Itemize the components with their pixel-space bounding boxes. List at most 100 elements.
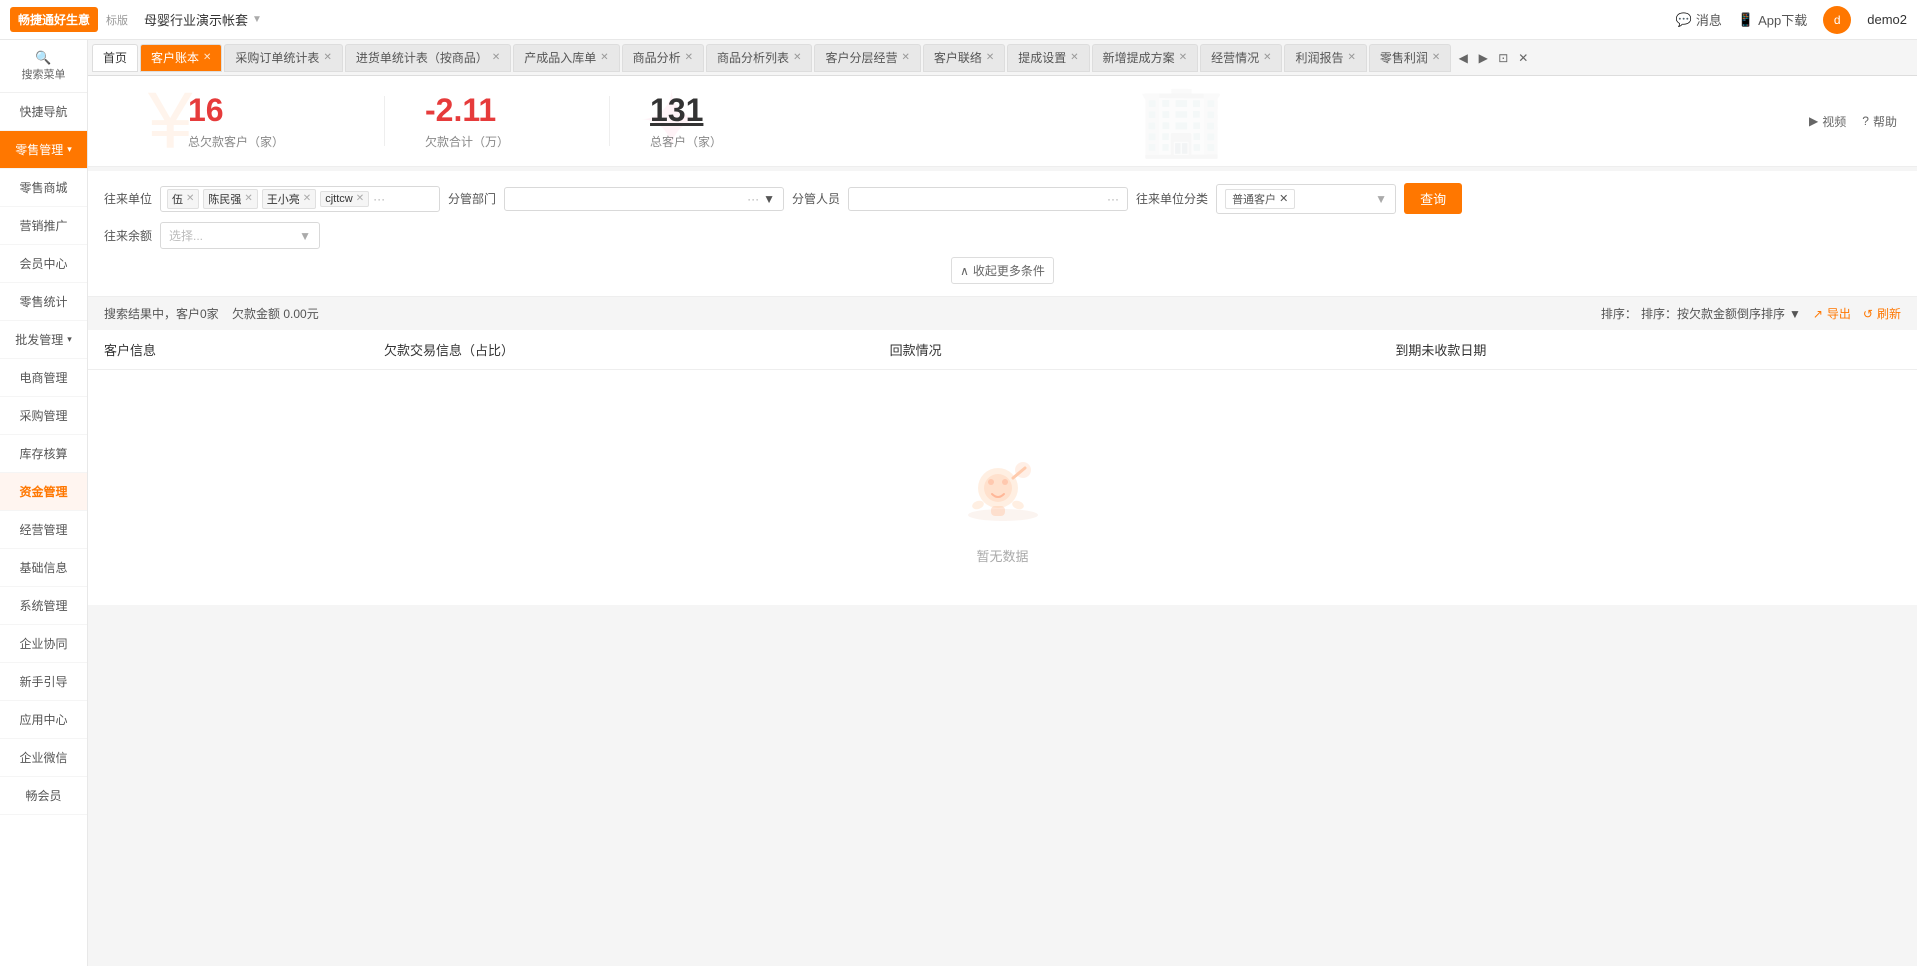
- tab-customer-segment-close-icon[interactable]: ✕: [901, 52, 909, 63]
- sidebar-quick-nav[interactable]: 快捷导航: [0, 93, 87, 131]
- balance-select-placeholder: 选择...: [169, 227, 203, 244]
- sidebar-item-retail-mall[interactable]: 零售商城: [0, 169, 87, 207]
- sort-value: 排序：按欠款金额倒序排序: [1641, 305, 1785, 322]
- tab-customer-contact-close-icon[interactable]: ✕: [986, 52, 994, 63]
- sidebar-item-capital-mgmt[interactable]: 资金管理: [0, 473, 87, 511]
- tab-retail-profit-close-icon[interactable]: ✕: [1432, 52, 1440, 63]
- tab-improve-settings-close-icon[interactable]: ✕: [1070, 52, 1078, 63]
- sidebar-item-marketing[interactable]: 营销推广: [0, 207, 87, 245]
- sidebar-item-sys-mgmt[interactable]: 系统管理: [0, 587, 87, 625]
- tab-customer-account-close-icon[interactable]: ✕: [203, 52, 211, 63]
- export-label: 导出: [1827, 305, 1851, 322]
- tab-scroll-left-btn[interactable]: ◀: [1453, 44, 1473, 72]
- person-select[interactable]: ···: [848, 187, 1128, 211]
- sidebar-item-app-center[interactable]: 应用中心: [0, 701, 87, 739]
- tab-profit-report-close-icon[interactable]: ✕: [1348, 52, 1356, 63]
- header-right: 💬 消息 📱 App下载 d demo2: [1676, 6, 1907, 34]
- tab-new-improve-plan[interactable]: 新增提成方案 ✕: [1092, 44, 1198, 72]
- sidebar-item-purchase-mgmt[interactable]: 采购管理: [0, 397, 87, 435]
- unit-tag-chen[interactable]: 陈民强 ✕: [203, 189, 257, 209]
- refresh-btn[interactable]: ↺ 刷新: [1863, 305, 1901, 322]
- unit-tag-wang[interactable]: 王小亮 ✕: [262, 189, 316, 209]
- unit-tag-chen-close-icon[interactable]: ✕: [244, 193, 252, 204]
- sidebar-item-vip-member[interactable]: 畅会员: [0, 777, 87, 815]
- tab-close-all-icon[interactable]: ✕: [1513, 44, 1533, 72]
- unit-tag-wang-close-icon[interactable]: ✕: [303, 193, 311, 204]
- sort-select[interactable]: 排序： 排序：按欠款金额倒序排序 ▼: [1601, 305, 1801, 322]
- video-btn[interactable]: ▶ 视频: [1809, 113, 1846, 130]
- unit-category-select[interactable]: 普通客户 ✕ ▼: [1216, 184, 1396, 214]
- collapse-up-icon: ∧: [960, 264, 969, 278]
- credit-total-label: 欠款合计（万）: [425, 133, 509, 150]
- app-download-btn[interactable]: 📱 App下载: [1738, 10, 1807, 29]
- tab-product-analysis[interactable]: 商品分析 ✕: [622, 44, 704, 72]
- tab-new-improve-plan-close-icon[interactable]: ✕: [1179, 52, 1187, 63]
- company-dropdown-icon[interactable]: ▼: [252, 14, 262, 25]
- sidebar-item-wholesale-mgmt[interactable]: 批发管理 ▾: [0, 321, 87, 359]
- tab-purchase-stats-close-icon[interactable]: ✕: [492, 52, 500, 63]
- tab-product-instock[interactable]: 产成品入库单 ✕: [513, 44, 619, 72]
- person-arrow-icon: ···: [1107, 192, 1119, 206]
- sidebar-item-basic-info[interactable]: 基础信息: [0, 549, 87, 587]
- tab-product-instock-close-icon[interactable]: ✕: [600, 52, 608, 63]
- member-center-label: 会员中心: [19, 257, 67, 271]
- unit-tag-group[interactable]: 伍 ✕ 陈民强 ✕ 王小亮 ✕ cjttcw ✕: [160, 186, 440, 212]
- tab-retail-profit-label: 零售利润: [1380, 49, 1428, 66]
- enterprise-wechat-label: 企业微信: [19, 751, 67, 765]
- user-avatar[interactable]: d: [1823, 6, 1851, 34]
- tab-purchase-stats-by-product-label: 进货单统计表（按商品）: [356, 49, 488, 66]
- sidebar-item-enterprise-wechat[interactable]: 企业微信: [0, 739, 87, 777]
- sidebar-item-member-center[interactable]: 会员中心: [0, 245, 87, 283]
- tab-product-analysis-close-icon[interactable]: ✕: [685, 52, 693, 63]
- unit-tags-more-icon[interactable]: ···: [373, 192, 385, 206]
- tab-profit-report-label: 利润报告: [1295, 49, 1343, 66]
- query-btn[interactable]: 查询: [1404, 183, 1462, 214]
- export-btn[interactable]: ↗ 导出: [1813, 305, 1851, 322]
- tab-product-analysis-list[interactable]: 商品分析列表 ✕: [706, 44, 812, 72]
- dept-select[interactable]: ··· ▼: [504, 187, 784, 211]
- balance-select[interactable]: 选择... ▼: [160, 222, 320, 249]
- tab-home[interactable]: 首页: [92, 44, 138, 72]
- unit-tag-cjttcw-close-icon[interactable]: ✕: [356, 193, 364, 204]
- unit-tag-wu[interactable]: 伍 ✕: [167, 189, 199, 209]
- tab-ops-status[interactable]: 经营情况 ✕: [1200, 44, 1282, 72]
- tab-improve-settings[interactable]: 提成设置 ✕: [1007, 44, 1089, 72]
- tab-product-analysis-list-close-icon[interactable]: ✕: [793, 52, 801, 63]
- wholesale-mgmt-arrow-icon: ▾: [67, 334, 72, 345]
- company-selector[interactable]: 母婴行业演示帐套 ▼: [136, 10, 270, 29]
- unit-category-tag-close-icon[interactable]: ✕: [1279, 192, 1288, 205]
- refresh-label: 刷新: [1877, 305, 1901, 322]
- tab-profit-report[interactable]: 利润报告 ✕: [1284, 44, 1366, 72]
- tab-purchase-order-stats[interactable]: 采购订单统计表 ✕: [224, 44, 342, 72]
- tab-purchase-order-stats-close-icon[interactable]: ✕: [323, 52, 331, 63]
- unit-tag-cjttcw[interactable]: cjttcw ✕: [320, 191, 369, 207]
- sidebar-quick-nav-label: 快捷导航: [19, 105, 67, 119]
- sidebar-search[interactable]: 🔍 搜索菜单: [0, 40, 87, 93]
- sidebar-item-retail-mgmt[interactable]: 零售管理 ▾: [0, 131, 87, 169]
- help-btn[interactable]: ? 帮助: [1862, 113, 1897, 130]
- sidebar-item-inventory[interactable]: 库存核算: [0, 435, 87, 473]
- app-center-label: 应用中心: [19, 713, 67, 727]
- sidebar-item-new-guide[interactable]: 新手引导: [0, 663, 87, 701]
- tab-window-icon[interactable]: ⊡: [1493, 44, 1513, 72]
- unit-category-tag-normal[interactable]: 普通客户 ✕: [1225, 189, 1295, 209]
- tabs-bar: 首页 客户账本 ✕ 采购订单统计表 ✕ 进货单统计表（按商品） ✕ 产成品入库单…: [88, 40, 1917, 76]
- tab-customer-segment[interactable]: 客户分层经营 ✕: [814, 44, 920, 72]
- main-layout: 🔍 搜索菜单 快捷导航 零售管理 ▾ 零售商城 营销推广 会员中心 零售统计 批…: [0, 40, 1917, 966]
- search-result-label: 搜索结果中，客户0家: [104, 307, 219, 321]
- capital-mgmt-label: 资金管理: [19, 485, 67, 499]
- sidebar-item-retail-stats[interactable]: 零售统计: [0, 283, 87, 321]
- tab-retail-profit[interactable]: 零售利润 ✕: [1369, 44, 1451, 72]
- tab-customer-contact[interactable]: 客户联络 ✕: [923, 44, 1005, 72]
- sidebar-item-ecom-mgmt[interactable]: 电商管理: [0, 359, 87, 397]
- sidebar-item-ops-mgmt[interactable]: 经营管理: [0, 511, 87, 549]
- tab-purchase-stats-by-product[interactable]: 进货单统计表（按商品） ✕: [345, 44, 511, 72]
- tab-customer-account[interactable]: 客户账本 ✕: [140, 44, 222, 72]
- results-bar: 搜索结果中，客户0家 欠款金额 0.00元 排序： 排序：按欠款金额倒序排序 ▼…: [88, 297, 1917, 330]
- unit-tag-wu-close-icon[interactable]: ✕: [186, 193, 194, 204]
- collapse-btn[interactable]: ∧ 收起更多条件: [951, 257, 1054, 284]
- tab-ops-status-close-icon[interactable]: ✕: [1263, 52, 1271, 63]
- tab-scroll-right-btn[interactable]: ▶: [1473, 44, 1493, 72]
- sidebar-item-enterprise-collab[interactable]: 企业协同: [0, 625, 87, 663]
- messages-btn[interactable]: 💬 消息: [1676, 10, 1722, 29]
